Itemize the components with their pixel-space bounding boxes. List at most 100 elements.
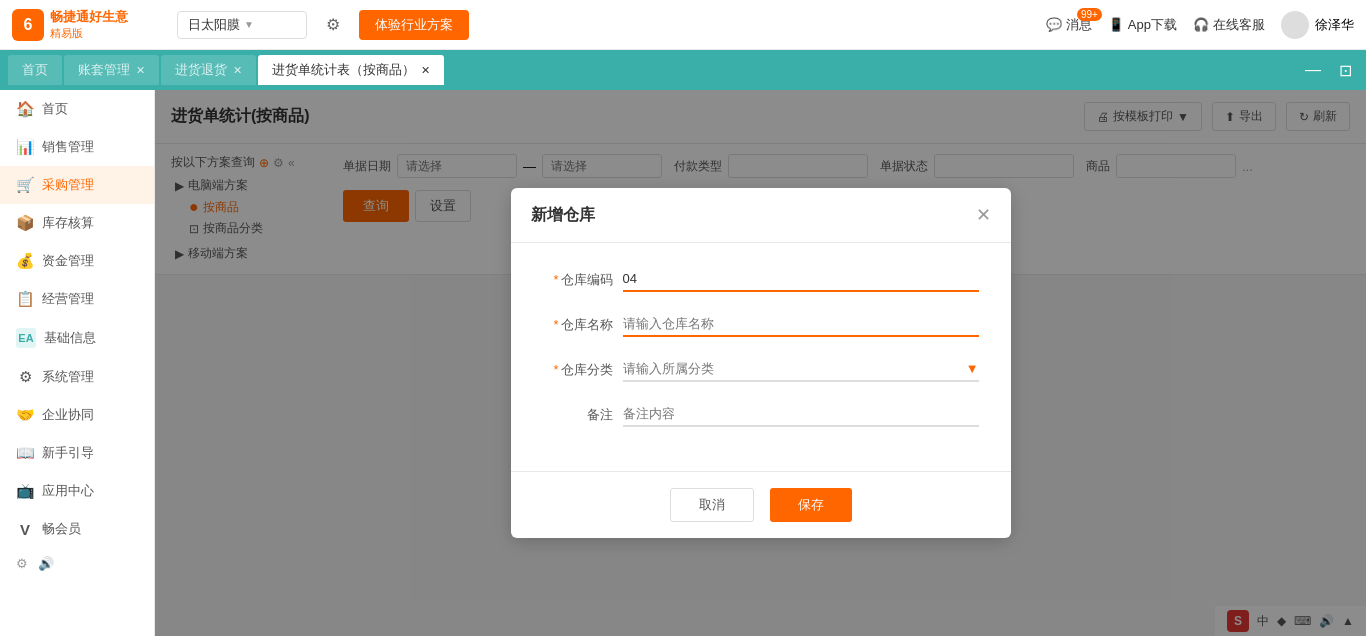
purchase-icon: 🛒: [16, 176, 34, 194]
system-icon: ⚙: [16, 368, 34, 386]
settings-icon[interactable]: ⚙: [317, 9, 349, 41]
sidebar-label-app-center: 应用中心: [42, 482, 94, 500]
cancel-button[interactable]: 取消: [670, 488, 754, 522]
sidebar-item-operations[interactable]: 📋 经营管理: [0, 280, 154, 318]
tab-purchase-stats[interactable]: 进货单统计表（按商品） ✕: [258, 55, 444, 85]
sidebar-label-sales: 销售管理: [42, 138, 94, 156]
required-mark-category: *: [553, 362, 558, 377]
user-menu[interactable]: 徐泽华: [1281, 11, 1354, 39]
remark-label: 备注: [543, 406, 613, 424]
home-icon: 🏠: [16, 100, 34, 118]
sidebar-item-inventory[interactable]: 📦 库存核算: [0, 204, 154, 242]
tab-purchase-return[interactable]: 进货退货 ✕: [161, 55, 256, 85]
logo-text: 畅捷通好生意 精易版: [50, 8, 128, 41]
tab-home[interactable]: 首页: [8, 55, 62, 85]
tab-bar: 首页 账套管理 ✕ 进货退货 ✕ 进货单统计表（按商品） ✕ — ⊡: [0, 50, 1366, 90]
message-icon: 💬: [1046, 17, 1062, 32]
sidebar-item-system[interactable]: ⚙ 系统管理: [0, 358, 154, 396]
sidebar-item-guide[interactable]: 📖 新手引导: [0, 434, 154, 472]
remark-row: 备注: [543, 402, 979, 427]
modal-title: 新增仓库: [531, 205, 595, 226]
sidebar-item-app-center[interactable]: 📺 应用中心: [0, 472, 154, 510]
avatar: [1281, 11, 1309, 39]
headset-icon: 🎧: [1193, 17, 1209, 32]
app-center-icon: 📺: [16, 482, 34, 500]
modal-body: *仓库编码 *仓库名称 *仓库分类: [511, 243, 1011, 471]
sidebar-label-inventory: 库存核算: [42, 214, 94, 232]
sidebar-label-system: 系统管理: [42, 368, 94, 386]
warehouse-code-row: *仓库编码: [543, 267, 979, 292]
tab-accounts-label: 账套管理: [78, 61, 130, 79]
warehouse-name-input[interactable]: [623, 312, 979, 337]
tab-purchase-return-close-icon[interactable]: ✕: [233, 64, 242, 77]
logo-area: 6 畅捷通好生意 精易版: [12, 8, 167, 41]
operations-icon: 📋: [16, 290, 34, 308]
content-area: 进货单统计(按商品) 🖨 按模板打印 ▼ ⬆ 导出 ↻ 刷新: [155, 90, 1366, 636]
tab-expand-icon[interactable]: ⊡: [1333, 59, 1358, 82]
warehouse-category-select-wrap[interactable]: ▼: [623, 357, 979, 382]
sidebar-item-home[interactable]: 🏠 首页: [0, 90, 154, 128]
enterprise-icon: 🤝: [16, 406, 34, 424]
top-header: 6 畅捷通好生意 精易版 日太阳膜 ▼ ⚙ 体验行业方案 💬 消息 99+ 📱 …: [0, 0, 1366, 50]
remark-input[interactable]: [623, 402, 979, 427]
modal-overlay: 新增仓库 ✕ *仓库编码 *仓库名称: [155, 90, 1366, 636]
warehouse-name-row: *仓库名称: [543, 312, 979, 337]
speaker-icon[interactable]: 🔊: [38, 556, 54, 571]
messages-button[interactable]: 💬 消息 99+: [1046, 16, 1092, 34]
inventory-icon: 📦: [16, 214, 34, 232]
tab-purchase-stats-close-icon[interactable]: ✕: [421, 64, 430, 77]
sidebar-item-purchase[interactable]: 🛒 采购管理: [0, 166, 154, 204]
warehouse-code-input[interactable]: [623, 267, 979, 292]
tab-home-label: 首页: [22, 61, 48, 79]
sidebar-item-basic-info[interactable]: EA 基础信息: [0, 318, 154, 358]
modal-footer: 取消 保存: [511, 471, 1011, 538]
phone-icon: 📱: [1108, 17, 1124, 32]
user-name: 徐泽华: [1315, 16, 1354, 34]
sidebar-label-enterprise: 企业协同: [42, 406, 94, 424]
tab-minimize-icon[interactable]: —: [1299, 59, 1327, 82]
store-name: 日太阳膜: [188, 16, 240, 34]
finance-icon: 💰: [16, 252, 34, 270]
sidebar-label-home: 首页: [42, 100, 68, 118]
required-mark-name: *: [553, 317, 558, 332]
tab-accounts-close-icon[interactable]: ✕: [136, 64, 145, 77]
trial-button[interactable]: 体验行业方案: [359, 10, 469, 40]
store-selector[interactable]: 日太阳膜 ▼: [177, 11, 307, 39]
save-button[interactable]: 保存: [770, 488, 852, 522]
category-dropdown-icon: ▼: [966, 361, 979, 376]
warehouse-category-row: *仓库分类 ▼: [543, 357, 979, 382]
header-right: 💬 消息 99+ 📱 App下载 🎧 在线客服 徐泽华: [1046, 11, 1354, 39]
modal-close-icon[interactable]: ✕: [976, 204, 991, 226]
warehouse-category-input[interactable]: [623, 361, 966, 376]
sidebar: 🏠 首页 📊 销售管理 🛒 采购管理 📦 库存核算 💰 资金管理 📋 经营管理 …: [0, 90, 155, 636]
sidebar-bottom: ⚙ 🔊: [0, 548, 154, 579]
sidebar-label-finance: 资金管理: [42, 252, 94, 270]
sidebar-item-vip[interactable]: V 畅会员: [0, 510, 154, 548]
tab-purchase-return-label: 进货退货: [175, 61, 227, 79]
app-download-label: App下载: [1128, 16, 1177, 34]
logo-icon: 6: [12, 9, 44, 41]
warehouse-category-label: *仓库分类: [543, 361, 613, 379]
sidebar-label-guide: 新手引导: [42, 444, 94, 462]
sales-icon: 📊: [16, 138, 34, 156]
required-mark-code: *: [553, 272, 558, 287]
online-service-label: 在线客服: [1213, 16, 1265, 34]
warehouse-code-label: *仓库编码: [543, 271, 613, 289]
tab-accounts[interactable]: 账套管理 ✕: [64, 55, 159, 85]
message-badge: 99+: [1077, 8, 1102, 21]
sidebar-item-finance[interactable]: 💰 资金管理: [0, 242, 154, 280]
app-download-button[interactable]: 📱 App下载: [1108, 16, 1177, 34]
online-service-button[interactable]: 🎧 在线客服: [1193, 16, 1265, 34]
sidebar-label-basic-info: 基础信息: [44, 329, 96, 347]
chevron-down-icon: ▼: [244, 19, 296, 30]
modal-header: 新增仓库 ✕: [511, 188, 1011, 243]
settings-bottom-icon[interactable]: ⚙: [16, 556, 28, 571]
warehouse-name-label: *仓库名称: [543, 316, 613, 334]
vip-icon: V: [16, 520, 34, 538]
sidebar-item-sales[interactable]: 📊 销售管理: [0, 128, 154, 166]
sidebar-label-operations: 经营管理: [42, 290, 94, 308]
sidebar-label-vip: 畅会员: [42, 520, 81, 538]
new-warehouse-modal: 新增仓库 ✕ *仓库编码 *仓库名称: [511, 188, 1011, 538]
sidebar-label-purchase: 采购管理: [42, 176, 94, 194]
sidebar-item-enterprise[interactable]: 🤝 企业协同: [0, 396, 154, 434]
